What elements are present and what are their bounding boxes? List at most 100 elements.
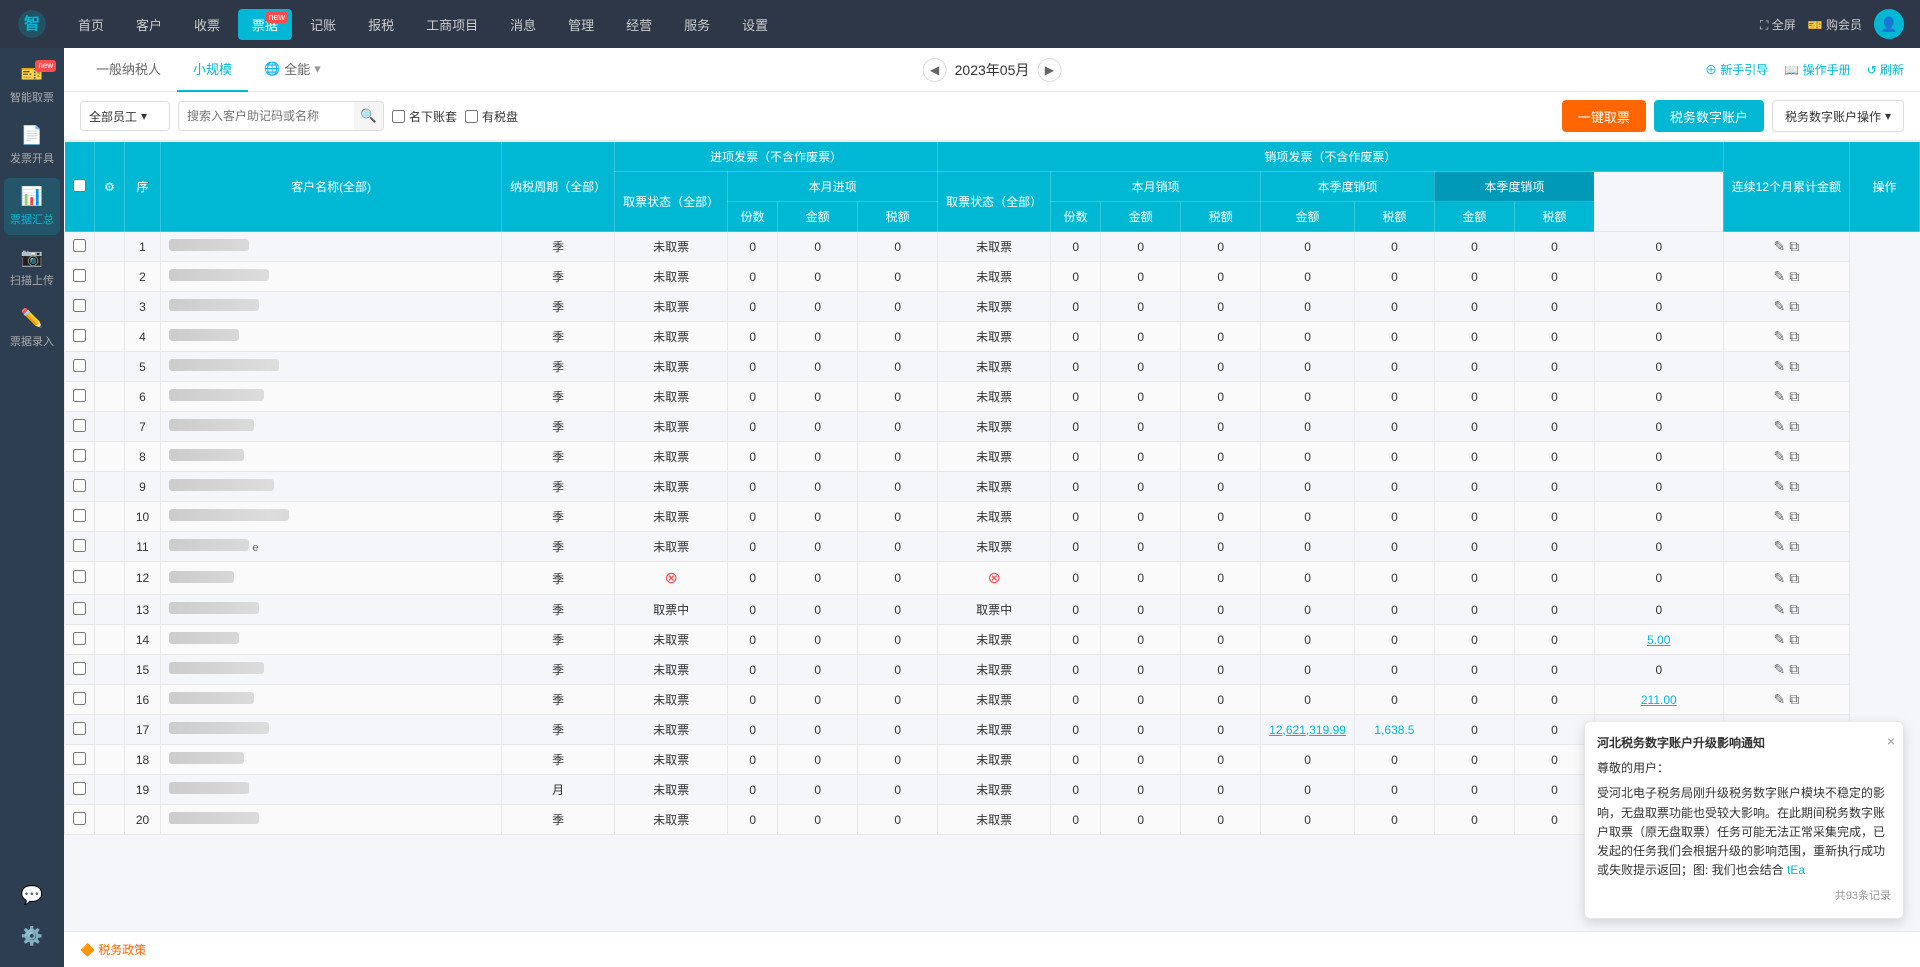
row-checkbox[interactable]	[65, 232, 95, 262]
select-all-checkbox[interactable]	[73, 179, 86, 192]
edit-icon[interactable]: ✎	[1773, 238, 1785, 255]
copy-icon[interactable]: ⧉	[1789, 508, 1799, 525]
row-checkbox[interactable]	[65, 562, 95, 595]
tab-general-taxpayer[interactable]: 一般纳税人	[80, 48, 177, 92]
tab-small-scale[interactable]: 小规模	[177, 48, 248, 92]
row-checkbox[interactable]	[65, 292, 95, 322]
nav-customer[interactable]: 客户	[122, 9, 176, 40]
nav-settings[interactable]: 设置	[728, 9, 782, 40]
edit-icon[interactable]: ✎	[1773, 268, 1785, 285]
ret-amount[interactable]: 12,621,319.99	[1261, 715, 1355, 745]
tax-disk-filter[interactable]: 有税盘	[465, 108, 518, 125]
copy-icon[interactable]: ⧉	[1789, 418, 1799, 435]
sidebar-item-entry[interactable]: ✏️ 票据录入	[4, 300, 60, 357]
employee-filter[interactable]: 全部员工 ▾	[80, 101, 170, 131]
row-checkbox[interactable]	[65, 745, 95, 775]
copy-icon[interactable]: ⧉	[1789, 631, 1799, 648]
search-button[interactable]: 🔍	[354, 101, 384, 131]
row-checkbox[interactable]	[65, 685, 95, 715]
ledger-checkbox[interactable]	[392, 110, 405, 123]
row-checkbox[interactable]	[65, 775, 95, 805]
copy-icon[interactable]: ⧉	[1789, 268, 1799, 285]
edit-icon[interactable]: ✎	[1773, 631, 1785, 648]
edit-icon[interactable]: ✎	[1773, 601, 1785, 618]
copy-icon[interactable]: ⧉	[1789, 478, 1799, 495]
member-btn[interactable]: 🎫 购会员	[1808, 16, 1862, 33]
user-avatar[interactable]: 👤	[1874, 9, 1904, 39]
fullscreen-btn[interactable]: ⛶ 全屏	[1760, 16, 1796, 33]
sidebar-item-smart-ticket[interactable]: 🎫 智能取票 new	[4, 56, 60, 113]
sidebar-item-message[interactable]: 💬	[4, 877, 60, 914]
sidebar-item-settings[interactable]: ⚙️	[4, 918, 60, 955]
edit-icon[interactable]: ✎	[1773, 508, 1785, 525]
edit-icon[interactable]: ✎	[1773, 570, 1785, 587]
row-checkbox[interactable]	[65, 472, 95, 502]
copy-icon[interactable]: ⧉	[1789, 661, 1799, 678]
notification-close-btn[interactable]: ×	[1887, 730, 1895, 752]
copy-icon[interactable]: ⧉	[1789, 570, 1799, 587]
row-checkbox[interactable]	[65, 655, 95, 685]
row-checkbox[interactable]	[65, 715, 95, 745]
row-checkbox[interactable]	[65, 262, 95, 292]
nav-invoice[interactable]: 票据 new	[238, 9, 292, 40]
row-checkbox[interactable]	[65, 532, 95, 562]
nav-manage[interactable]: 管理	[554, 9, 608, 40]
copy-icon[interactable]: ⧉	[1789, 601, 1799, 618]
date-next-btn[interactable]: ▶	[1037, 58, 1061, 82]
row-checkbox[interactable]	[65, 625, 95, 655]
edit-icon[interactable]: ✎	[1773, 358, 1785, 375]
tax-policy-link[interactable]: 🔶 税务政策	[80, 941, 146, 958]
search-input[interactable]	[178, 101, 358, 131]
digital-account-btn[interactable]: 税务数字账户	[1654, 100, 1764, 132]
edit-icon[interactable]: ✎	[1773, 478, 1785, 495]
copy-icon[interactable]: ⧉	[1789, 388, 1799, 405]
app-logo[interactable]: 智	[16, 8, 48, 40]
sidebar-item-scan[interactable]: 📷 扫描上传	[4, 239, 60, 296]
refresh-btn[interactable]: ↺ 刷新	[1867, 61, 1904, 78]
copy-icon[interactable]: ⧉	[1789, 358, 1799, 375]
nav-bookkeeping[interactable]: 记账	[296, 9, 350, 40]
sidebar-item-summary[interactable]: 📊 票据汇总	[4, 178, 60, 235]
row-checkbox[interactable]	[65, 382, 95, 412]
nav-home[interactable]: 首页	[64, 9, 118, 40]
copy-icon[interactable]: ⧉	[1789, 538, 1799, 555]
notification-link[interactable]: tEa	[1787, 863, 1805, 877]
digital-account-dropdown-btn[interactable]: 税务数字账户操作 ▾	[1772, 100, 1904, 132]
edit-icon[interactable]: ✎	[1773, 328, 1785, 345]
edit-icon[interactable]: ✎	[1773, 298, 1785, 315]
nav-message[interactable]: 消息	[496, 9, 550, 40]
row-checkbox[interactable]	[65, 352, 95, 382]
copy-icon[interactable]: ⧉	[1789, 448, 1799, 465]
manual-btn[interactable]: 📖 操作手册	[1784, 61, 1850, 78]
row-checkbox[interactable]	[65, 322, 95, 352]
nav-operation[interactable]: 经营	[612, 9, 666, 40]
row-checkbox[interactable]	[65, 442, 95, 472]
cumulative[interactable]: 5.00	[1594, 625, 1723, 655]
tab-all[interactable]: 🌐 全能 ▾	[248, 48, 337, 92]
date-prev-btn[interactable]: ◀	[923, 58, 947, 82]
copy-icon[interactable]: ⧉	[1789, 328, 1799, 345]
nav-tax[interactable]: 报税	[354, 9, 408, 40]
row-checkbox[interactable]	[65, 412, 95, 442]
nav-receive[interactable]: 收票	[180, 9, 234, 40]
tax-disk-checkbox[interactable]	[465, 110, 478, 123]
edit-icon[interactable]: ✎	[1773, 418, 1785, 435]
cumulative[interactable]: 211.00	[1594, 685, 1723, 715]
sidebar-item-open-invoice[interactable]: 📄 发票开具	[4, 117, 60, 174]
copy-icon[interactable]: ⧉	[1789, 691, 1799, 708]
one-click-ticket-btn[interactable]: 一键取票	[1562, 100, 1646, 132]
copy-icon[interactable]: ⧉	[1789, 298, 1799, 315]
nav-service[interactable]: 服务	[670, 9, 724, 40]
copy-icon[interactable]: ⧉	[1789, 238, 1799, 255]
row-checkbox[interactable]	[65, 805, 95, 835]
nav-business[interactable]: 工商项目	[412, 9, 492, 40]
edit-icon[interactable]: ✎	[1773, 388, 1785, 405]
row-checkbox[interactable]	[65, 595, 95, 625]
edit-icon[interactable]: ✎	[1773, 661, 1785, 678]
edit-icon[interactable]: ✎	[1773, 448, 1785, 465]
edit-icon[interactable]: ✎	[1773, 691, 1785, 708]
edit-icon[interactable]: ✎	[1773, 538, 1785, 555]
guide-btn[interactable]: ⊕ 新手引导	[1705, 61, 1768, 78]
row-checkbox[interactable]	[65, 502, 95, 532]
ledger-filter[interactable]: 名下账套	[392, 108, 457, 125]
